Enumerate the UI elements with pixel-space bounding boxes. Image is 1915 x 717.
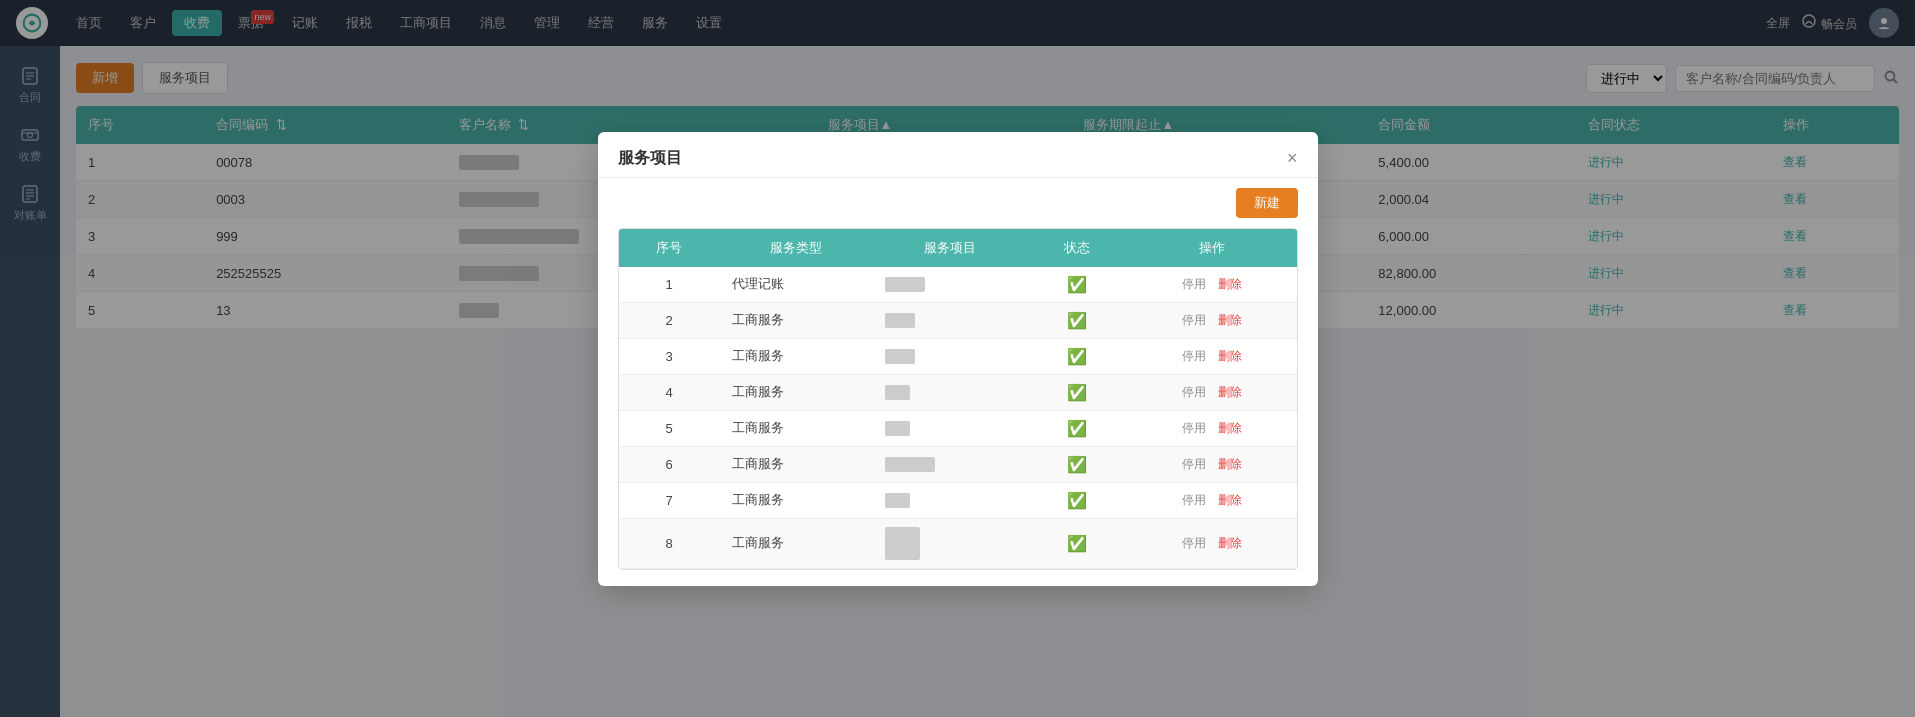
- modal-cell-action: 停用 删除: [1128, 482, 1297, 518]
- stop-button[interactable]: 停用: [1182, 457, 1206, 471]
- delete-button[interactable]: 删除: [1218, 457, 1242, 471]
- delete-button[interactable]: 删除: [1218, 536, 1242, 550]
- modal-cell-seq: 7: [619, 482, 720, 518]
- modal-cell-seq: 4: [619, 374, 720, 410]
- list-item: 1 代理记账 ████1 ✅ 停用 删除: [619, 267, 1297, 303]
- stop-button[interactable]: 停用: [1182, 493, 1206, 507]
- modal-cell-action: 停用 删除: [1128, 338, 1297, 374]
- modal-cell-status: ✅: [1027, 267, 1128, 303]
- modal-cell-status: ✅: [1027, 302, 1128, 338]
- list-item: 6 工商服务 ██████ ✅ 停用 删除: [619, 446, 1297, 482]
- modal-title: 服务项目: [618, 148, 682, 169]
- modal-col-type: 服务类型: [720, 229, 874, 267]
- modal-cell-type: 工商服务: [720, 482, 874, 518]
- modal-overlay[interactable]: 服务项目 × 新建 序号 服务类型 服务项目 状态 操作: [0, 0, 1915, 717]
- modal-cell-type: 工商服务: [720, 518, 874, 568]
- modal-cell-seq: 5: [619, 410, 720, 446]
- service-items-table: 序号 服务类型 服务项目 状态 操作 1 代理记账 ████1 ✅ 停用 删除 …: [619, 229, 1297, 569]
- modal-cell-status: ✅: [1027, 446, 1128, 482]
- stop-button[interactable]: 停用: [1182, 349, 1206, 363]
- delete-button[interactable]: 删除: [1218, 313, 1242, 327]
- modal-toolbar: 新建: [598, 178, 1318, 228]
- modal-cell-action: 停用 删除: [1128, 410, 1297, 446]
- stop-button[interactable]: 停用: [1182, 277, 1206, 291]
- delete-button[interactable]: 删除: [1218, 385, 1242, 399]
- list-item: 4 工商服务 ███ ✅ 停用 删除: [619, 374, 1297, 410]
- modal-table-wrap: 序号 服务类型 服务项目 状态 操作 1 代理记账 ████1 ✅ 停用 删除 …: [618, 228, 1298, 570]
- modal-close-button[interactable]: ×: [1287, 149, 1298, 167]
- modal-cell-type: 工商服务: [720, 410, 874, 446]
- modal-cell-seq: 6: [619, 446, 720, 482]
- modal-cell-item: ███注册: [873, 518, 1027, 568]
- modal-cell-seq: 2: [619, 302, 720, 338]
- modal-cell-seq: 3: [619, 338, 720, 374]
- modal-cell-action: 停用 删除: [1128, 267, 1297, 303]
- modal-body: 序号 服务类型 服务项目 状态 操作 1 代理记账 ████1 ✅ 停用 删除 …: [598, 228, 1318, 586]
- modal-cell-action: 停用 删除: [1128, 518, 1297, 568]
- modal-cell-status: ✅: [1027, 482, 1128, 518]
- modal-cell-status: ✅: [1027, 410, 1128, 446]
- modal-cell-item: ███: [873, 374, 1027, 410]
- modal-cell-action: 停用 删除: [1128, 374, 1297, 410]
- modal-cell-type: 工商服务: [720, 302, 874, 338]
- modal-cell-type: 工商服务: [720, 374, 874, 410]
- modal-col-action: 操作: [1128, 229, 1297, 267]
- delete-button[interactable]: 删除: [1218, 493, 1242, 507]
- modal-cell-action: 停用 删除: [1128, 446, 1297, 482]
- modal-col-status: 状态: [1027, 229, 1128, 267]
- modal-cell-type: 代理记账: [720, 267, 874, 303]
- modal-cell-item: ██████: [873, 446, 1027, 482]
- stop-button[interactable]: 停用: [1182, 313, 1206, 327]
- modal-cell-status: ✅: [1027, 518, 1128, 568]
- modal-cell-seq: 8: [619, 518, 720, 568]
- modal-header: 服务项目 ×: [598, 132, 1318, 178]
- modal-cell-status: ✅: [1027, 374, 1128, 410]
- modal-col-seq: 序号: [619, 229, 720, 267]
- list-item: 5 工商服务 ███ ✅ 停用 删除: [619, 410, 1297, 446]
- list-item: 3 工商服务 ████ ✅ 停用 删除: [619, 338, 1297, 374]
- modal-new-button[interactable]: 新建: [1236, 188, 1298, 218]
- service-items-modal: 服务项目 × 新建 序号 服务类型 服务项目 状态 操作: [598, 132, 1318, 586]
- modal-cell-item: ███: [873, 482, 1027, 518]
- delete-button[interactable]: 删除: [1218, 349, 1242, 363]
- modal-cell-type: 工商服务: [720, 338, 874, 374]
- modal-cell-type: 工商服务: [720, 446, 874, 482]
- list-item: 8 工商服务 ███注册 ✅ 停用 删除: [619, 518, 1297, 568]
- stop-button[interactable]: 停用: [1182, 536, 1206, 550]
- modal-cell-item: ████: [873, 338, 1027, 374]
- modal-cell-action: 停用 删除: [1128, 302, 1297, 338]
- delete-button[interactable]: 删除: [1218, 277, 1242, 291]
- modal-cell-item: ████: [873, 302, 1027, 338]
- list-item: 7 工商服务 ███ ✅ 停用 删除: [619, 482, 1297, 518]
- stop-button[interactable]: 停用: [1182, 385, 1206, 399]
- stop-button[interactable]: 停用: [1182, 421, 1206, 435]
- modal-cell-seq: 1: [619, 267, 720, 303]
- modal-cell-item: ████1: [873, 267, 1027, 303]
- modal-cell-item: ███: [873, 410, 1027, 446]
- modal-cell-status: ✅: [1027, 338, 1128, 374]
- modal-col-item: 服务项目: [873, 229, 1027, 267]
- delete-button[interactable]: 删除: [1218, 421, 1242, 435]
- list-item: 2 工商服务 ████ ✅ 停用 删除: [619, 302, 1297, 338]
